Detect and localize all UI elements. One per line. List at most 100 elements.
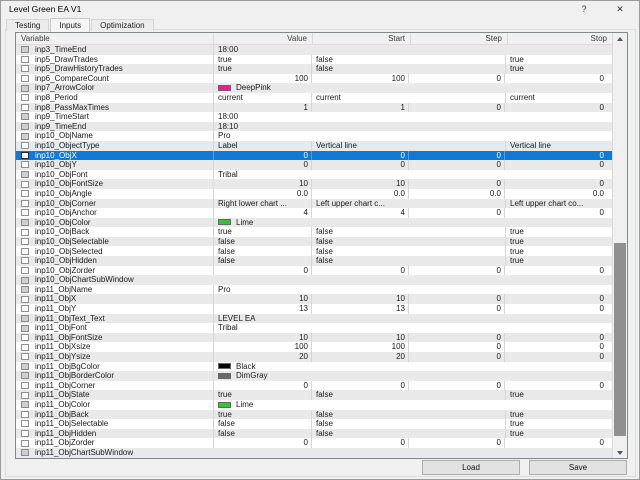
stop-cell[interactable]: true	[505, 390, 609, 400]
stop-cell[interactable]: Left upper chart co...	[505, 198, 609, 209]
stop-cell[interactable]	[508, 275, 612, 285]
table-row[interactable]: inp7_ArrowColor DeepPink	[16, 83, 612, 93]
variable-cell[interactable]: inp10_ObjChartSubWindow	[16, 275, 214, 285]
value-cell[interactable]: 0.0	[213, 188, 312, 199]
variable-cell[interactable]: inp10_ObjCorner	[16, 199, 214, 209]
vertical-scrollbar[interactable]	[612, 33, 627, 458]
start-cell[interactable]: 0	[311, 150, 409, 161]
value-cell[interactable]: 18:00	[213, 45, 312, 55]
start-cell[interactable]	[313, 448, 411, 458]
step-cell[interactable]	[409, 237, 506, 247]
variable-cell[interactable]: inp11_ObjZorder	[16, 438, 214, 448]
step-cell[interactable]	[411, 275, 508, 285]
start-cell[interactable]	[312, 371, 410, 381]
stop-cell[interactable]: 0	[504, 265, 608, 276]
table-row[interactable]: inp10_ObjAngle 0.0 0.0 0.0 0.0	[16, 188, 612, 199]
step-cell[interactable]: 0	[408, 160, 505, 170]
step-cell[interactable]: 0.0	[408, 188, 505, 199]
step-cell[interactable]	[409, 246, 506, 256]
stop-cell[interactable]: 0	[504, 352, 608, 362]
value-cell[interactable]: Right lower chart ...	[213, 198, 312, 209]
step-cell[interactable]: 0	[408, 380, 505, 391]
variable-cell[interactable]: inp11_ObjChartSubWindow	[16, 448, 214, 458]
start-cell[interactable]	[312, 323, 410, 333]
value-cell[interactable]: true	[213, 227, 312, 237]
value-cell[interactable]: Tribal	[213, 323, 312, 333]
stop-cell[interactable]: 0	[504, 332, 608, 343]
step-cell[interactable]	[409, 227, 506, 237]
start-cell[interactable]: 10	[311, 332, 409, 343]
step-cell[interactable]	[410, 285, 507, 295]
start-cell[interactable]: false	[311, 246, 409, 257]
variable-cell[interactable]: inp10_ObjName	[16, 131, 214, 141]
value-cell[interactable]: Pro	[213, 131, 312, 141]
step-cell[interactable]	[410, 314, 507, 324]
start-cell[interactable]	[312, 112, 410, 122]
value-cell[interactable]: 20	[213, 352, 312, 362]
table-row[interactable]: inp11_ObjFontSize 10 10 0 0	[16, 332, 612, 343]
start-cell[interactable]: false	[311, 409, 409, 420]
variable-cell[interactable]: inp11_ObjCorner	[16, 381, 214, 391]
start-cell[interactable]: false	[311, 54, 409, 65]
variable-cell[interactable]: inp3_TimeEnd	[16, 45, 214, 55]
step-cell[interactable]	[411, 448, 508, 458]
start-cell[interactable]: 100	[311, 73, 409, 84]
start-cell[interactable]: false	[311, 236, 409, 247]
tab-testing[interactable]: Testing	[6, 19, 50, 31]
value-cell[interactable]: DeepPink	[213, 83, 312, 93]
value-cell[interactable]: true	[213, 54, 312, 65]
start-cell[interactable]	[312, 83, 410, 93]
stop-cell[interactable]: 0	[504, 73, 608, 84]
value-cell[interactable]: 0	[213, 160, 312, 170]
step-cell[interactable]	[410, 323, 507, 333]
step-cell[interactable]	[410, 371, 507, 381]
table-row[interactable]: inp10_ObjFontSize 10 10 0 0	[16, 179, 612, 189]
step-cell[interactable]	[410, 112, 507, 122]
variable-cell[interactable]: inp11_ObjName	[16, 285, 214, 295]
step-cell[interactable]	[409, 419, 506, 429]
step-cell[interactable]	[410, 45, 507, 55]
stop-cell[interactable]: 0	[504, 380, 608, 391]
stop-cell[interactable]: true	[505, 227, 609, 237]
start-cell[interactable]	[312, 218, 410, 228]
value-cell[interactable]: 0	[213, 265, 312, 276]
value-cell[interactable]: Lime	[213, 217, 312, 228]
step-cell[interactable]: 0	[408, 342, 505, 352]
stop-cell[interactable]: 0	[504, 102, 608, 113]
variable-cell[interactable]: inp11_ObjState	[16, 390, 214, 400]
stop-cell[interactable]	[507, 362, 611, 372]
value-cell[interactable]: false	[213, 236, 312, 247]
start-cell[interactable]: 0	[311, 265, 409, 276]
checkbox-empty-icon[interactable]	[21, 103, 29, 111]
start-cell[interactable]: 100	[311, 342, 409, 352]
stop-cell[interactable]	[507, 323, 611, 333]
variable-cell[interactable]: inp8_Period	[16, 93, 214, 103]
checkbox-gray-icon[interactable]	[21, 84, 29, 92]
table-row[interactable]: inp10_ObjY 0 0 0 0	[16, 160, 612, 170]
stop-cell[interactable]: true	[505, 256, 609, 266]
stop-cell[interactable]: 0.0	[504, 188, 608, 199]
value-cell[interactable]: DimGray	[213, 371, 312, 381]
checkbox-gray-icon[interactable]	[21, 362, 29, 370]
checkbox-empty-icon[interactable]	[21, 266, 29, 274]
step-cell[interactable]: 0	[408, 294, 505, 305]
value-cell[interactable]: false	[213, 419, 312, 429]
stop-cell[interactable]	[507, 83, 611, 93]
variable-cell[interactable]: inp11_ObjColor	[16, 400, 214, 410]
variable-cell[interactable]: inp8_PassMaxTimes	[16, 103, 214, 113]
step-cell[interactable]	[410, 122, 507, 132]
checkbox-empty-icon[interactable]	[21, 180, 29, 188]
variable-cell[interactable]: inp10_ObjSelected	[16, 246, 214, 256]
checkbox-gray-icon[interactable]	[21, 401, 29, 409]
checkbox-empty-icon[interactable]	[21, 430, 29, 438]
start-cell[interactable]: 10	[311, 294, 409, 305]
checkbox-empty-icon[interactable]	[21, 75, 29, 83]
stop-cell[interactable]: Vertical line	[505, 140, 609, 151]
stop-cell[interactable]	[507, 218, 611, 228]
start-cell[interactable]: 13	[311, 304, 409, 314]
value-cell[interactable]: false	[213, 246, 312, 257]
value-cell[interactable]: true	[213, 64, 312, 74]
step-cell[interactable]: 0	[408, 208, 505, 218]
checkbox-empty-icon[interactable]	[21, 305, 29, 313]
table-row[interactable]: inp10_ObjZorder 0 0 0 0	[16, 265, 612, 276]
